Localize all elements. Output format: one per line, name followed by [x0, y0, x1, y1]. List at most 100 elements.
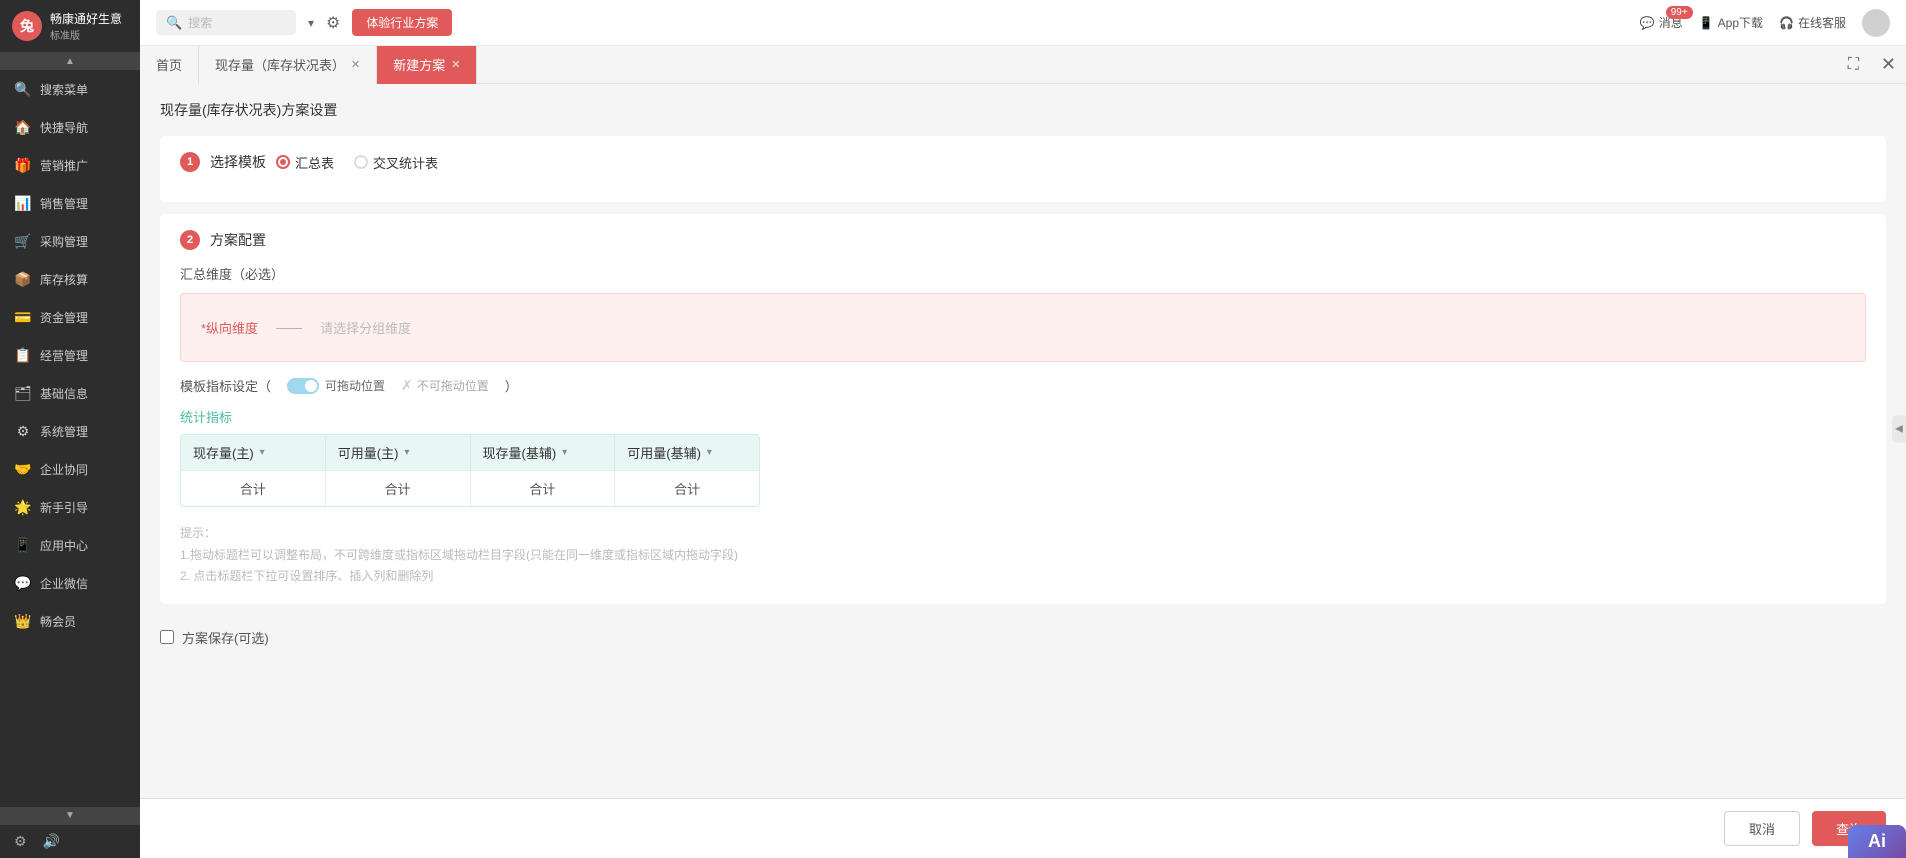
sidebar-item-inventory[interactable]: 📦 库存核算 — [0, 260, 140, 298]
tab-inventory[interactable]: 现存量（库存状况表） ✕ — [199, 46, 377, 84]
radio-crosstab-dot — [354, 155, 368, 169]
non-draggable-item: ✗ 不可拖动位置 — [401, 377, 489, 394]
step2-header: 2 方案配置 — [180, 230, 1866, 250]
tab-new-plan-close[interactable]: ✕ — [451, 58, 460, 71]
sidebar-scroll-up[interactable]: ▲ — [0, 53, 140, 70]
customer-service-label: 在线客服 — [1798, 14, 1846, 31]
sidebar-item-search-menu[interactable]: 🔍 搜索菜单 — [0, 70, 140, 108]
radio-summary[interactable]: 汇总表 — [276, 153, 334, 172]
sidebar-scroll-down[interactable]: ▼ — [0, 807, 140, 824]
app-download-icon: 📱 — [1699, 16, 1714, 30]
sidebar-item-label: 搜索菜单 — [40, 81, 88, 98]
message-button[interactable]: 💬 消息 99+ — [1640, 14, 1683, 31]
user-avatar[interactable] — [1862, 9, 1890, 37]
dimension-required-label: *纵向维度 — [201, 318, 258, 337]
sidebar-item-new-guide[interactable]: 🌟 新手引导 — [0, 488, 140, 526]
draggable-toggle[interactable]: 可拖动位置 — [287, 377, 385, 394]
stats-table-row: 合计 合计 合计 合计 — [181, 470, 759, 506]
template-radio-group: 汇总表 交叉统计表 — [276, 153, 438, 172]
tips-item-0: 1.拖动标题栏可以调整布局，不可跨维度或指标区域拖动栏目字段(只能在同一维度或指… — [180, 545, 1866, 567]
col-2-chevron-icon: ▾ — [562, 447, 567, 458]
indicator-setting-label: 模板指标设定（ — [180, 376, 271, 395]
member-icon: 👑 — [14, 612, 32, 630]
radio-summary-dot — [276, 155, 290, 169]
col-header-0-label: 现存量(主) — [193, 443, 254, 462]
sidebar-item-operations[interactable]: 📋 经营管理 — [0, 336, 140, 374]
speaker-icon[interactable]: 🔊 — [43, 833, 60, 850]
col-header-2-label: 现存量(基辅) — [483, 443, 557, 462]
tab-new-plan[interactable]: 新建方案 ✕ — [377, 46, 477, 84]
app-edition: 标准版 — [50, 27, 122, 42]
sidebar-bottom: ⚙ 🔊 — [0, 824, 140, 858]
sidebar-item-finance[interactable]: 💳 资金管理 — [0, 298, 140, 336]
sidebar-item-quick-nav[interactable]: 🏠 快捷导航 — [0, 108, 140, 146]
sidebar-item-system[interactable]: ⚙ 系统管理 — [0, 412, 140, 450]
search-icon: 🔍 — [166, 15, 182, 31]
cell-3: 合计 — [615, 471, 759, 506]
sidebar-item-label: 基础信息 — [40, 385, 88, 402]
sidebar-item-member[interactable]: 👑 畅会员 — [0, 602, 140, 640]
col-header-3-label: 可用量(基辅) — [627, 443, 701, 462]
enterprise-wechat-icon: 💬 — [14, 574, 32, 592]
toggle-knob — [305, 380, 317, 392]
sidebar-item-cooperation[interactable]: 🤝 企业协同 — [0, 450, 140, 488]
col-header-1[interactable]: 可用量(主) ▾ — [326, 435, 471, 470]
message-icon: 💬 — [1640, 16, 1655, 30]
sidebar-item-label: 经营管理 — [40, 347, 88, 364]
cancel-button[interactable]: 取消 — [1724, 811, 1800, 846]
sidebar-item-app-center[interactable]: 📱 应用中心 — [0, 526, 140, 564]
dimension-separator: —— — [276, 320, 302, 335]
draggable-toggle-box[interactable] — [287, 378, 319, 394]
experience-plan-button[interactable]: 体验行业方案 — [352, 9, 452, 36]
tips-item-1: 2. 点击标题栏下拉可设置排序、插入列和删除列 — [180, 566, 1866, 588]
sidebar-item-label: 采购管理 — [40, 233, 88, 250]
sidebar-item-basic-info[interactable]: 🗂 基础信息 — [0, 374, 140, 412]
settings-icon[interactable]: ⚙ — [14, 833, 27, 850]
dimension-placeholder: 请选择分组维度 — [320, 318, 411, 337]
col-header-0[interactable]: 现存量(主) ▾ — [181, 435, 326, 470]
app-logo-text: 畅康通好生意 标准版 — [50, 10, 122, 42]
col-header-3[interactable]: 可用量(基辅) ▾ — [615, 435, 759, 470]
save-checkbox[interactable] — [160, 630, 174, 644]
footer-bar: 取消 查询 — [140, 798, 1906, 858]
header-search-box[interactable]: 🔍 搜索 — [156, 10, 296, 35]
tab-inventory-label: 现存量（库存状况表） — [215, 55, 345, 74]
sidebar-item-label: 营销推广 — [40, 157, 88, 174]
app-logo-icon: 兔 — [12, 11, 42, 41]
tips-section: 提示： 1.拖动标题栏可以调整布局，不可跨维度或指标区域拖动栏目字段(只能在同一… — [180, 523, 1866, 588]
radio-crosstab[interactable]: 交叉统计表 — [354, 153, 438, 172]
sidebar-item-label: 系统管理 — [40, 423, 88, 440]
step2-card: 2 方案配置 汇总维度（必选） *纵向维度 —— 请选择分组维度 模板指标设定（… — [160, 214, 1886, 604]
new-guide-icon: 🌟 — [14, 498, 32, 516]
search-menu-icon: 🔍 — [14, 80, 32, 98]
page-title: 现存量(库存状况表)方案设置 — [160, 100, 1886, 120]
tab-inventory-close[interactable]: ✕ — [351, 58, 360, 71]
header-gear-button[interactable]: ⚙ — [326, 13, 340, 33]
app-download-button[interactable]: 📱 App下载 — [1699, 14, 1763, 31]
step1-title: 选择模板 — [210, 152, 266, 172]
step2-title: 方案配置 — [210, 230, 266, 250]
tab-close-all-button[interactable]: ✕ — [1871, 54, 1906, 75]
operations-icon: 📋 — [14, 346, 32, 364]
draggable-label: 可拖动位置 — [325, 377, 385, 394]
right-collapse-button[interactable]: ◀ — [1892, 416, 1906, 443]
col-header-2[interactable]: 现存量(基辅) ▾ — [471, 435, 616, 470]
customer-service-button[interactable]: 🎧 在线客服 — [1779, 14, 1846, 31]
header-dropdown-button[interactable]: ▾ — [308, 16, 314, 30]
sidebar-item-sales[interactable]: 📊 销售管理 — [0, 184, 140, 222]
sidebar-item-purchase[interactable]: 🛒 采购管理 — [0, 222, 140, 260]
tab-home[interactable]: 首页 — [140, 46, 199, 84]
stats-table: 现存量(主) ▾ 可用量(主) ▾ 现存量(基辅) ▾ 可用量(基辅) ▾ — [180, 434, 760, 507]
sidebar-item-marketing[interactable]: 🎁 营销推广 — [0, 146, 140, 184]
dimension-selector[interactable]: *纵向维度 —— 请选择分组维度 — [180, 293, 1866, 362]
radio-crosstab-label: 交叉统计表 — [373, 153, 438, 172]
tabs-expand-button[interactable]: ⛶ — [1836, 56, 1871, 74]
sidebar-item-label: 畅会员 — [40, 613, 76, 630]
headset-icon: 🎧 — [1779, 16, 1794, 30]
ai-fab-button[interactable]: Ai — [1848, 825, 1906, 858]
main-area: 🔍 搜索 ▾ ⚙ 体验行业方案 💬 消息 99+ 📱 App下载 🎧 在线客服 — [140, 0, 1906, 858]
sidebar-item-enterprise-wechat[interactable]: 💬 企业微信 — [0, 564, 140, 602]
message-badge: 99+ — [1666, 6, 1693, 19]
step1-header: 1 选择模板 汇总表 交叉统计表 — [180, 152, 1866, 172]
inventory-icon: 📦 — [14, 270, 32, 288]
